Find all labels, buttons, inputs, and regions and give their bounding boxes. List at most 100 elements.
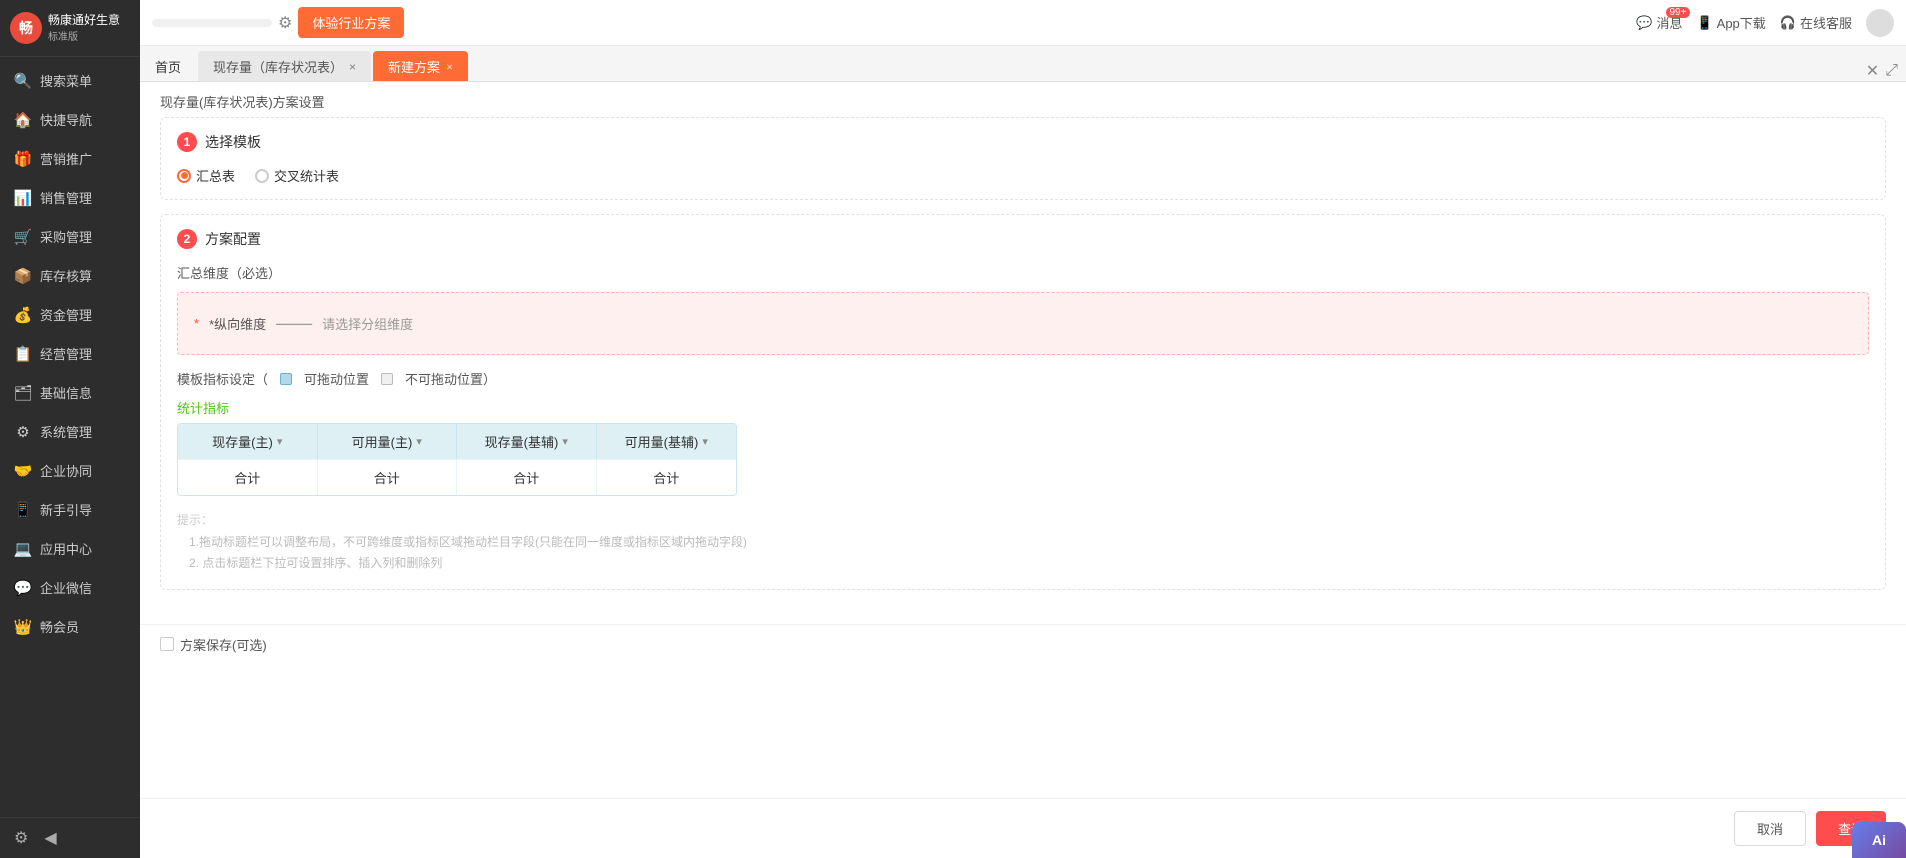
purchase-icon: 🛒 [14,228,32,246]
tab-new-plan-close[interactable]: × [446,60,453,74]
sidebar-item-member[interactable]: 👑 畅会员 [0,607,140,646]
stats-header-3[interactable]: 可用量(基辅)▾ [597,424,737,459]
main-area: ⚙ 体验行业方案 💬 消息 99+ 📱 App下载 🎧 在线客服 首页 [140,0,1906,858]
stats-table-row: 合计合计合计合计 [178,459,736,495]
inventory-icon: 📦 [14,267,32,285]
stats-header-2[interactable]: 现存量(基辅)▾ [457,424,597,459]
topbar-right: 💬 消息 99+ 📱 App下载 🎧 在线客服 [1636,9,1894,37]
user-avatar[interactable] [1866,9,1894,37]
sidebar-item-wechat[interactable]: 💬 企业微信 [0,568,140,607]
sidebar-item-label-member: 畅会员 [40,617,79,636]
radio-cross-label: 交叉统计表 [274,166,339,185]
app-download-label: App下载 [1717,13,1766,32]
radio-summary-inner [181,172,188,179]
tab-inventory-close[interactable]: × [349,60,356,74]
stats-label: 统计指标 [177,398,1869,417]
tips-area: 提示：1.拖动标题栏可以调整布局，不可跨维度或指标区域拖动栏目字段(只能在同一维… [177,510,1869,575]
gear-icon[interactable]: ⚙ [278,13,292,33]
tip-item-1: 2. 点击标题栏下拉可设置排序、插入列和删除列 [177,553,1869,575]
tips-title: 提示： [177,510,1869,532]
template-section-header: 1 选择模板 [177,132,1869,152]
template-section: 1 选择模板 汇总表 交叉统计表 [160,117,1886,200]
chevron-icon-1: ▾ [416,435,422,448]
radio-summary-circle [177,169,191,183]
sidebar-item-finance[interactable]: 💰 资金管理 [0,295,140,334]
message-icon: 💬 [1636,15,1652,31]
tab-inventory-status[interactable]: 现存量（库存状况表） × [198,51,371,81]
sidebar-item-basic[interactable]: 🗂 基础信息 [0,373,140,412]
ai-assistant-button[interactable]: Ai [1852,822,1906,858]
dimension-selector[interactable]: * *纵向维度 —— 请选择分组维度 [177,292,1869,355]
sidebar-item-label-marketing: 营销推广 [40,149,92,168]
sidebar-item-label-basic: 基础信息 [40,383,92,402]
stats-header-0[interactable]: 现存量(主)▾ [178,424,318,459]
tab-home[interactable]: 首页 [140,51,196,81]
content-area: 现存量(库存状况表)方案设置 1 选择模板 汇总表 [140,82,1906,798]
close-tab-button[interactable]: ✕ [1866,61,1879,81]
sidebar-item-appstore[interactable]: 💻 应用中心 [0,529,140,568]
sidebar-item-system[interactable]: ⚙ 系统管理 [0,412,140,451]
sidebar-item-shortcut[interactable]: 🏠 快捷导航 [0,100,140,139]
sidebar-item-purchase[interactable]: 🛒 采购管理 [0,217,140,256]
sidebar-item-label-operations: 经营管理 [40,344,92,363]
stats-header-1[interactable]: 可用量(主)▾ [318,424,458,459]
trial-button[interactable]: 体验行业方案 [298,7,404,38]
sidebar-item-newbie[interactable]: 📱 新手引导 [0,490,140,529]
tabbar-actions: ✕ ⤢ [1866,61,1906,81]
sales-icon: 📊 [14,189,32,207]
indicator-setting: 模板指标设定（ 可拖动位置 不可拖动位置） [177,369,1869,388]
config-section-num: 2 [177,229,197,249]
radio-cross[interactable]: 交叉统计表 [255,166,339,185]
online-service-label: 在线客服 [1800,13,1852,32]
expand-tab-button[interactable]: ⤢ [1885,62,1898,80]
app-download-button[interactable]: 📱 App下载 [1696,13,1765,32]
sidebar-item-sales[interactable]: 📊 销售管理 [0,178,140,217]
sidebar-item-label-system: 系统管理 [40,422,92,441]
logo-icon: 畅 [10,12,42,44]
stats-cell-2: 合计 [457,460,597,495]
config-section-title: 方案配置 [205,229,261,249]
sidebar-item-inventory[interactable]: 📦 库存核算 [0,256,140,295]
tab-new-plan[interactable]: 新建方案 × [373,51,468,81]
save-option-label: 方案保存(可选) [180,635,267,654]
save-option: 方案保存(可选) [140,624,1906,664]
stats-cell-3: 合计 [597,460,737,495]
sidebar-item-label-inventory: 库存核算 [40,266,92,285]
config-section: 2 方案配置 汇总维度（必选） * *纵向维度 —— 请选择分组维度 模板指标设… [160,214,1886,590]
tab-new-plan-label: 新建方案 [388,57,440,76]
save-checkbox[interactable] [160,637,174,651]
non-draggable-badge [381,373,393,385]
member-icon: 👑 [14,618,32,636]
app-logo: 畅 畅康通好生意 标准版 [0,0,140,57]
appstore-icon: 💻 [14,540,32,558]
non-draggable-label: 不可拖动位置） [405,369,496,388]
marketing-icon: 🎁 [14,150,32,168]
template-section-title: 选择模板 [205,132,261,152]
shortcut-icon: 🏠 [14,111,32,129]
dim-placeholder: 请选择分组维度 [322,314,413,333]
page-title: 现存量(库存状况表)方案设置 [140,82,1906,117]
indicator-setting-prefix: 模板指标设定（ [177,369,268,388]
online-service-button[interactable]: 🎧 在线客服 [1780,13,1852,32]
vertical-dim-label: *纵向维度 [209,314,266,333]
app-tag: 标准版 [48,28,120,43]
stats-table-header: 现存量(主)▾可用量(主)▾现存量(基辅)▾可用量(基辅)▾ [178,424,736,459]
app-name: 畅康通好生意 [48,13,120,29]
collapse-icon[interactable]: ◀ [44,828,56,848]
aggregate-label: 汇总维度（必选） [177,263,1869,282]
sidebar-item-operations[interactable]: 📋 经营管理 [0,334,140,373]
sidebar-item-label-search: 搜索菜单 [40,71,92,90]
messages-button[interactable]: 💬 消息 99+ [1636,13,1682,32]
bottom-actions: 取消 查询 [140,798,1906,858]
sidebar-nav: 🔍 搜索菜单 🏠 快捷导航 🎁 营销推广 📊 销售管理 🛒 采购管理 📦 库存核… [0,57,140,817]
radio-summary-label: 汇总表 [196,166,235,185]
draggable-badge [280,373,292,385]
sidebar-item-marketing[interactable]: 🎁 营销推广 [0,139,140,178]
sidebar-item-search[interactable]: 🔍 搜索菜单 [0,61,140,100]
radio-summary[interactable]: 汇总表 [177,166,235,185]
topbar-left: ⚙ 体验行业方案 [152,7,1628,38]
finance-icon: 💰 [14,306,32,324]
cancel-button[interactable]: 取消 [1734,811,1806,846]
sidebar-item-enterprise[interactable]: 🤝 企业协同 [0,451,140,490]
settings-icon[interactable]: ⚙ [14,828,28,848]
